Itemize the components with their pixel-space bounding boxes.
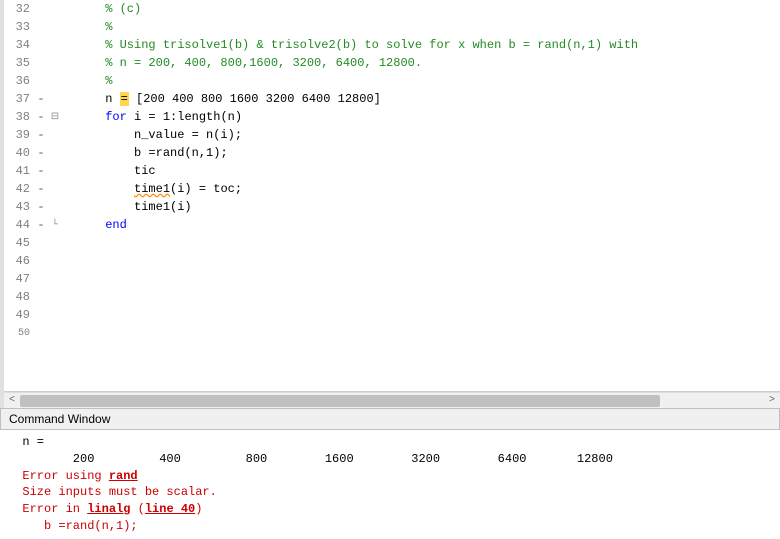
code-line[interactable]: 37 - n = [200 400 800 1600 3200 6400 128…: [4, 90, 780, 108]
code-content[interactable]: %: [62, 20, 780, 34]
code-line[interactable]: 50: [4, 324, 780, 342]
horizontal-scrollbar[interactable]: < >: [4, 392, 780, 408]
code-content[interactable]: tic: [62, 164, 780, 178]
code-line[interactable]: 46: [4, 252, 780, 270]
code-content[interactable]: end: [62, 218, 780, 232]
line-number: 39: [4, 128, 34, 142]
breakpoint-column[interactable]: -: [34, 182, 48, 196]
error-line: Error using rand: [8, 468, 772, 485]
code-content[interactable]: b =rand(n,1);: [62, 146, 780, 160]
code-line[interactable]: 32 % (c): [4, 0, 780, 18]
error-link-line[interactable]: line 40: [145, 502, 195, 516]
command-window-title[interactable]: Command Window: [0, 408, 780, 430]
breakpoint-column[interactable]: -: [34, 128, 48, 142]
cursor-marker: =: [120, 92, 129, 106]
fold-end-icon[interactable]: └: [48, 220, 62, 231]
code-line[interactable]: 48: [4, 288, 780, 306]
error-link-rand[interactable]: rand: [109, 469, 138, 483]
line-number: 34: [4, 38, 34, 52]
line-number: 48: [4, 290, 34, 304]
code-line[interactable]: 45: [4, 234, 780, 252]
code-editor-area[interactable]: 32 % (c) 33 % 34 % Using trisolve1(b) & …: [4, 0, 780, 392]
line-number: 49: [4, 308, 34, 322]
code-content[interactable]: % (c): [62, 2, 780, 16]
output-line: n =: [8, 434, 772, 451]
breakpoint-column[interactable]: -: [34, 218, 48, 232]
line-number: 42: [4, 182, 34, 196]
code-content[interactable]: % Using trisolve1(b) & trisolve2(b) to s…: [62, 38, 780, 52]
code-line[interactable]: 47: [4, 270, 780, 288]
code-content[interactable]: n_value = n(i);: [62, 128, 780, 142]
code-content[interactable]: time1(i) = toc;: [62, 182, 780, 196]
scroll-track[interactable]: [20, 395, 764, 407]
output-line: 200 400 800 1600 3200 6400 12800: [8, 451, 772, 468]
line-number: 50: [4, 328, 34, 339]
breakpoint-column[interactable]: -: [34, 200, 48, 214]
line-number: 43: [4, 200, 34, 214]
breakpoint-column[interactable]: -: [34, 146, 48, 160]
line-number: 37: [4, 92, 34, 106]
code-line[interactable]: 39 - n_value = n(i);: [4, 126, 780, 144]
code-line[interactable]: 41 - tic: [4, 162, 780, 180]
breakpoint-column[interactable]: -: [34, 164, 48, 178]
line-number: 47: [4, 272, 34, 286]
code-line[interactable]: 38 - ⊟ for i = 1:length(n): [4, 108, 780, 126]
scroll-thumb[interactable]: [20, 395, 660, 407]
code-content[interactable]: for i = 1:length(n): [62, 110, 780, 124]
code-line[interactable]: 33 %: [4, 18, 780, 36]
fold-collapse-icon[interactable]: ⊟: [48, 111, 62, 123]
breakpoint-column[interactable]: -: [34, 110, 48, 124]
line-number: 44: [4, 218, 34, 232]
line-number: 33: [4, 20, 34, 34]
breakpoint-column[interactable]: -: [34, 92, 48, 106]
code-content[interactable]: % n = 200, 400, 800,1600, 3200, 6400, 12…: [62, 56, 780, 70]
code-line[interactable]: 49: [4, 306, 780, 324]
code-line[interactable]: 43 - time1(i): [4, 198, 780, 216]
code-line[interactable]: 42 - time1(i) = toc;: [4, 180, 780, 198]
error-line: Size inputs must be scalar.: [8, 484, 772, 501]
line-number: 36: [4, 74, 34, 88]
line-number: 38: [4, 110, 34, 124]
error-link-file[interactable]: linalg: [87, 502, 130, 516]
code-content[interactable]: %: [62, 74, 780, 88]
code-content[interactable]: time1(i): [62, 200, 780, 214]
line-number: 32: [4, 2, 34, 16]
scroll-right-icon[interactable]: >: [764, 393, 780, 409]
line-number: 40: [4, 146, 34, 160]
line-number: 35: [4, 56, 34, 70]
line-number: 41: [4, 164, 34, 178]
line-number: 46: [4, 254, 34, 268]
line-number: 45: [4, 236, 34, 250]
scroll-left-icon[interactable]: <: [4, 393, 20, 409]
error-line: Error in linalg (line 40): [8, 501, 772, 518]
code-line[interactable]: 40 - b =rand(n,1);: [4, 144, 780, 162]
command-window-area[interactable]: n = 200 400 800 1600 3200 6400 12800 Err…: [0, 430, 780, 539]
code-line[interactable]: 34 % Using trisolve1(b) & trisolve2(b) t…: [4, 36, 780, 54]
code-line[interactable]: 36 %: [4, 72, 780, 90]
code-line[interactable]: 44 - └ end: [4, 216, 780, 234]
code-warning[interactable]: time1: [134, 182, 170, 196]
error-line: b =rand(n,1);: [8, 518, 772, 535]
code-line[interactable]: 35 % n = 200, 400, 800,1600, 3200, 6400,…: [4, 54, 780, 72]
code-content[interactable]: n = [200 400 800 1600 3200 6400 12800]: [62, 92, 780, 106]
